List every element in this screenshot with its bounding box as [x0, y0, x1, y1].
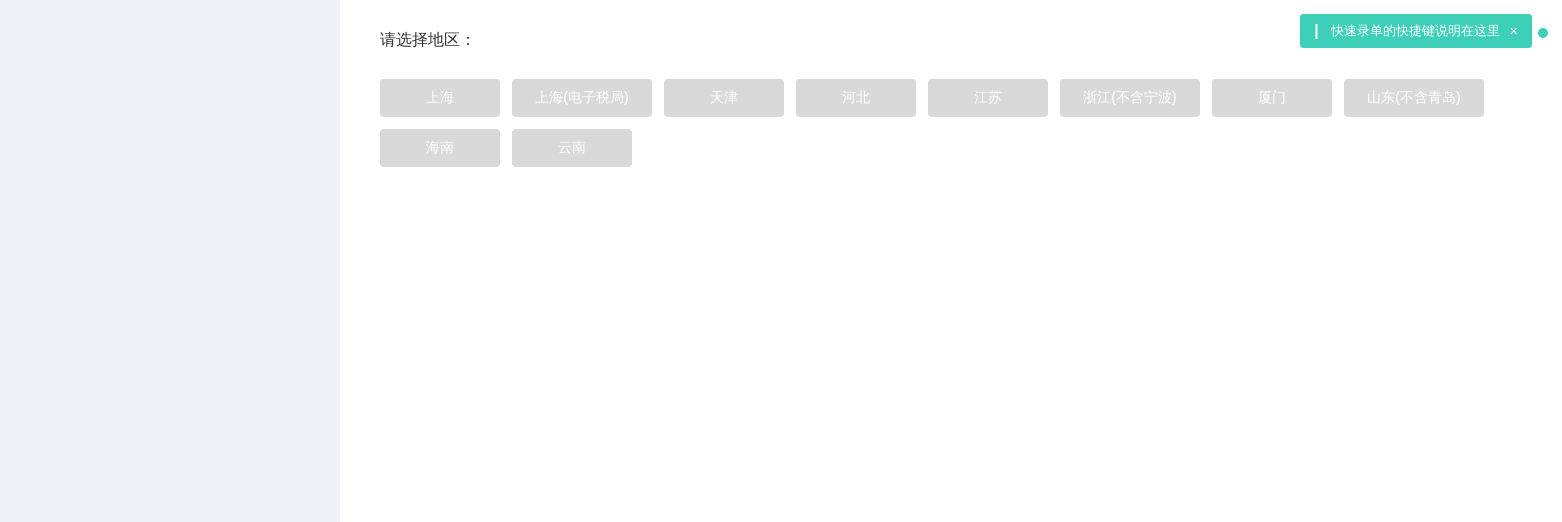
region-button[interactable]: 上海(电子税局) — [512, 79, 652, 117]
left-sidebar — [0, 0, 340, 522]
region-button[interactable]: 浙江(不含宁波) — [1060, 79, 1200, 117]
region-buttons-container: 上海上海(电子税局) 天津河北江苏浙江(不含宁波) 厦门山东(不含青岛) 海南云南 — [380, 79, 1522, 167]
tooltip-text: 快速录单的快捷键说明在这里 — [1331, 22, 1500, 40]
region-button[interactable]: 天津 — [664, 79, 784, 117]
region-button[interactable]: 江苏 — [928, 79, 1048, 117]
region-button[interactable]: 上海 — [380, 79, 500, 117]
tooltip-banner: 快速录单的快捷键说明在这里 × — [1300, 14, 1532, 48]
region-button[interactable]: 河北 — [796, 79, 916, 117]
region-button[interactable]: 云南 — [512, 129, 632, 167]
region-button[interactable]: 海南 — [380, 129, 500, 167]
tooltip-dot — [1538, 28, 1548, 38]
region-button[interactable]: 厦门 — [1212, 79, 1332, 117]
tooltip-close-button[interactable]: × — [1510, 24, 1518, 38]
main-content: 请选择地区： 上海上海(电子税局)天津河北江苏浙江(不含宁波)厦门山东(不含青岛… — [340, 0, 1562, 522]
region-button[interactable]: 山东(不含青岛) — [1344, 79, 1484, 117]
